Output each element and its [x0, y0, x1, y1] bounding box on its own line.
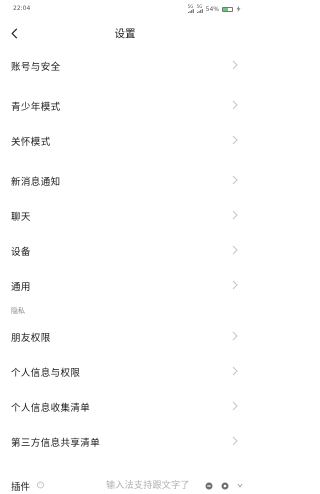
settings-item-label: 设备	[11, 247, 31, 258]
settings-item-notifications[interactable]: 新消息通知	[0, 163, 250, 198]
chevron-right-icon	[232, 245, 238, 255]
battery-fill	[223, 7, 228, 11]
settings-item-label: 朋友权限	[11, 333, 51, 344]
ime-collapse-icon[interactable]	[237, 482, 243, 490]
chevron-right-icon	[232, 135, 238, 145]
ime-hint-text: 输入法支持跟文字了	[106, 481, 190, 491]
signal-2-label: 5G	[196, 4, 203, 9]
chevron-right-icon	[232, 280, 238, 290]
settings-list: 账号与安全 青少年模式 关怀模式 新消息通知 聊天 设备 通用 隐私 朋友权限 …	[0, 48, 250, 459]
settings-item-teen-mode[interactable]: 青少年模式	[0, 88, 250, 123]
status-time: 22:04	[13, 5, 31, 12]
settings-item-info-collection-list[interactable]: 个人信息收集清单	[0, 389, 250, 424]
chevron-right-icon	[232, 331, 238, 341]
nav-bar: 设置	[0, 18, 250, 48]
settings-item-devices[interactable]: 设备	[0, 233, 250, 268]
chevron-right-icon	[232, 210, 238, 220]
settings-item-friend-permissions[interactable]: 朋友权限	[0, 319, 250, 354]
settings-item-label: 关怀模式	[11, 137, 51, 148]
settings-item-label: 个人信息与权限	[11, 368, 81, 379]
settings-item-label: 账号与安全	[11, 62, 61, 73]
emoji-icon	[37, 481, 44, 489]
section-header-label: 隐私	[11, 307, 25, 315]
chevron-right-icon	[232, 401, 238, 411]
lightning-icon	[236, 6, 241, 12]
settings-item-personal-info-permissions[interactable]: 个人信息与权限	[0, 354, 250, 389]
status-indicators: 5G 5G 54%	[187, 4, 241, 13]
settings-item-label: 新消息通知	[11, 177, 61, 188]
settings-item-third-party-sharing[interactable]: 第三方信息共享清单	[0, 424, 250, 459]
chevron-right-icon	[232, 60, 238, 70]
settings-item-account-security[interactable]: 账号与安全	[0, 48, 250, 83]
settings-item-label: 聊天	[11, 212, 31, 223]
settings-item-plugins[interactable]: 插件	[11, 479, 30, 493]
settings-item-label: 个人信息收集清单	[11, 403, 91, 414]
settings-item-label: 第三方信息共享清单	[11, 438, 101, 449]
settings-item-label: 通用	[11, 282, 31, 293]
chevron-right-icon	[232, 366, 238, 376]
chevron-right-icon	[232, 175, 238, 185]
signal-1-label: 5G	[187, 4, 194, 9]
chevron-right-icon	[232, 436, 238, 446]
signal-icon-2: 5G	[196, 4, 203, 13]
settings-item-label: 青少年模式	[11, 102, 61, 113]
settings-item-care-mode[interactable]: 关怀模式	[0, 123, 250, 158]
settings-item-chat[interactable]: 聊天	[0, 198, 250, 233]
ime-switch-icon[interactable]	[205, 482, 213, 490]
battery-percent: 54%	[205, 5, 219, 13]
chevron-right-icon	[232, 100, 238, 110]
ime-settings-icon[interactable]	[221, 482, 229, 490]
status-bar: 22:04 5G 5G 54%	[0, 0, 250, 18]
settings-item-general[interactable]: 通用	[0, 268, 250, 303]
battery-icon	[222, 6, 233, 12]
page-title: 设置	[114, 28, 136, 40]
bottom-partial-row: 插件 输入法支持跟文字了	[0, 478, 250, 494]
signal-icon: 5G	[187, 4, 194, 13]
section-header-privacy: 隐私	[0, 303, 250, 319]
